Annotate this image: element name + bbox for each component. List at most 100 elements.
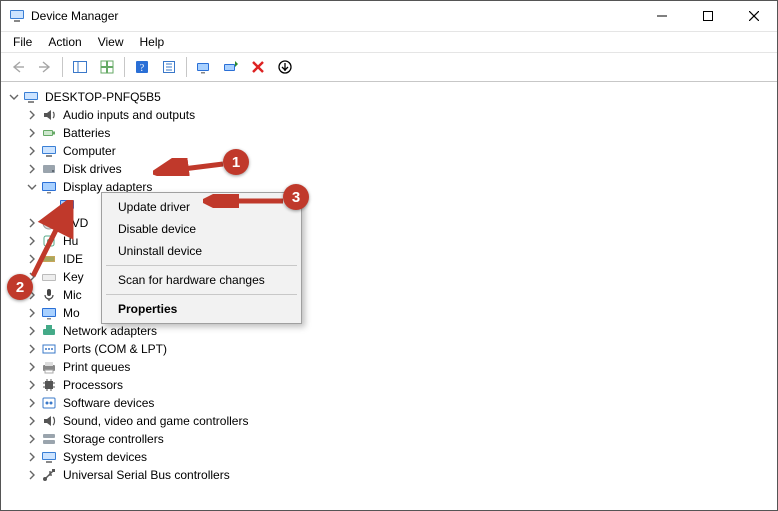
batteries-icon bbox=[41, 125, 57, 141]
menu-action[interactable]: Action bbox=[40, 33, 89, 51]
window-title: Device Manager bbox=[31, 9, 118, 23]
expand-icon[interactable] bbox=[25, 450, 39, 464]
category-label: Sound, video and game controllers bbox=[61, 414, 250, 428]
category-audio[interactable]: Audio inputs and outputs bbox=[25, 106, 777, 124]
category-disk[interactable]: Disk drives bbox=[25, 160, 777, 178]
ctx-separator bbox=[106, 265, 297, 266]
expand-icon[interactable] bbox=[25, 126, 39, 140]
category-label: Mic bbox=[61, 288, 84, 302]
toolbar: ? bbox=[1, 53, 777, 82]
forward-button[interactable] bbox=[32, 54, 58, 80]
expand-icon[interactable] bbox=[25, 108, 39, 122]
category-system[interactable]: System devices bbox=[25, 448, 777, 466]
sound-icon bbox=[41, 413, 57, 429]
expand-icon[interactable] bbox=[25, 216, 39, 230]
action-icon-button[interactable] bbox=[156, 54, 182, 80]
category-label: System devices bbox=[61, 450, 149, 464]
back-button[interactable] bbox=[5, 54, 31, 80]
menu-file[interactable]: File bbox=[5, 33, 40, 51]
ctx-separator bbox=[106, 294, 297, 295]
ctx-disable-device[interactable]: Disable device bbox=[104, 218, 299, 240]
category-label: Key bbox=[61, 270, 86, 284]
category-printq[interactable]: Print queues bbox=[25, 358, 777, 376]
collapse-icon[interactable] bbox=[7, 90, 21, 104]
mic-icon bbox=[41, 287, 57, 303]
category-label: DVD bbox=[61, 216, 90, 230]
uninstall-button[interactable] bbox=[245, 54, 271, 80]
svg-text:?: ? bbox=[140, 63, 145, 74]
disk-icon bbox=[41, 161, 57, 177]
disable-button[interactable] bbox=[272, 54, 298, 80]
context-menu: Update driver Disable device Uninstall d… bbox=[101, 192, 302, 324]
app-icon bbox=[9, 8, 25, 24]
ide-icon bbox=[41, 251, 57, 267]
ctx-uninstall-device[interactable]: Uninstall device bbox=[104, 240, 299, 262]
expand-icon[interactable] bbox=[25, 306, 39, 320]
toolbar-separator bbox=[124, 57, 125, 77]
hid-icon bbox=[41, 233, 57, 249]
category-label: Universal Serial Bus controllers bbox=[61, 468, 232, 482]
expand-icon[interactable] bbox=[25, 414, 39, 428]
category-computer[interactable]: Computer bbox=[25, 142, 777, 160]
expand-icon[interactable] bbox=[25, 432, 39, 446]
collapse-icon[interactable] bbox=[25, 180, 39, 194]
expand-icon[interactable] bbox=[25, 360, 39, 374]
expand-icon[interactable] bbox=[25, 234, 39, 248]
category-label: Print queues bbox=[61, 360, 132, 374]
category-label: Computer bbox=[61, 144, 118, 158]
update-driver-button[interactable] bbox=[218, 54, 244, 80]
help-button[interactable]: ? bbox=[129, 54, 155, 80]
dvd-icon bbox=[41, 215, 57, 231]
keyboard-icon bbox=[41, 269, 57, 285]
device-manager-window: Device Manager File Action View Help bbox=[0, 0, 778, 511]
category-label: Software devices bbox=[61, 396, 156, 410]
menu-help[interactable]: Help bbox=[132, 33, 173, 51]
category-label: Network adapters bbox=[61, 324, 159, 338]
maximize-button[interactable] bbox=[685, 1, 731, 31]
category-storage[interactable]: Storage controllers bbox=[25, 430, 777, 448]
toolbar-separator bbox=[186, 57, 187, 77]
root-label: DESKTOP-PNFQ5B5 bbox=[43, 90, 163, 104]
category-sound[interactable]: Sound, video and game controllers bbox=[25, 412, 777, 430]
expand-icon[interactable] bbox=[25, 144, 39, 158]
expand-icon[interactable] bbox=[25, 378, 39, 392]
root-node[interactable]: DESKTOP-PNFQ5B5 bbox=[7, 88, 777, 106]
category-swdev[interactable]: Software devices bbox=[25, 394, 777, 412]
ctx-scan-hardware[interactable]: Scan for hardware changes bbox=[104, 269, 299, 291]
menu-view[interactable]: View bbox=[90, 33, 132, 51]
ports-icon bbox=[41, 341, 57, 357]
usb-icon bbox=[41, 467, 57, 483]
properties-button[interactable] bbox=[94, 54, 120, 80]
expand-icon[interactable] bbox=[25, 342, 39, 356]
ctx-properties[interactable]: Properties bbox=[104, 298, 299, 320]
system-icon bbox=[41, 449, 57, 465]
category-ports[interactable]: Ports (COM & LPT) bbox=[25, 340, 777, 358]
display-icon bbox=[41, 179, 57, 195]
device-tree-pane[interactable]: DESKTOP-PNFQ5B5 Audio inputs and outputs… bbox=[1, 82, 777, 510]
ctx-update-driver[interactable]: Update driver bbox=[104, 196, 299, 218]
expand-icon[interactable] bbox=[25, 396, 39, 410]
category-usb[interactable]: Universal Serial Bus controllers bbox=[25, 466, 777, 484]
category-network[interactable]: Network adapters bbox=[25, 322, 777, 340]
scan-hardware-button[interactable] bbox=[191, 54, 217, 80]
minimize-button[interactable] bbox=[639, 1, 685, 31]
expand-icon[interactable] bbox=[25, 162, 39, 176]
category-label: Batteries bbox=[61, 126, 112, 140]
proc-icon bbox=[41, 377, 57, 393]
category-batteries[interactable]: Batteries bbox=[25, 124, 777, 142]
close-button[interactable] bbox=[731, 1, 777, 31]
category-label: Audio inputs and outputs bbox=[61, 108, 197, 122]
annotation-1: 1 bbox=[223, 149, 249, 175]
expand-icon[interactable] bbox=[25, 324, 39, 338]
category-proc[interactable]: Processors bbox=[25, 376, 777, 394]
storage-icon bbox=[41, 431, 57, 447]
show-hide-tree-button[interactable] bbox=[67, 54, 93, 80]
toolbar-separator bbox=[62, 57, 63, 77]
computer-icon bbox=[41, 143, 57, 159]
annotation-2: 2 bbox=[7, 274, 33, 300]
category-label: IDE bbox=[61, 252, 85, 266]
printq-icon bbox=[41, 359, 57, 375]
expand-icon[interactable] bbox=[25, 252, 39, 266]
expand-icon[interactable] bbox=[25, 468, 39, 482]
annotation-3: 3 bbox=[283, 184, 309, 210]
